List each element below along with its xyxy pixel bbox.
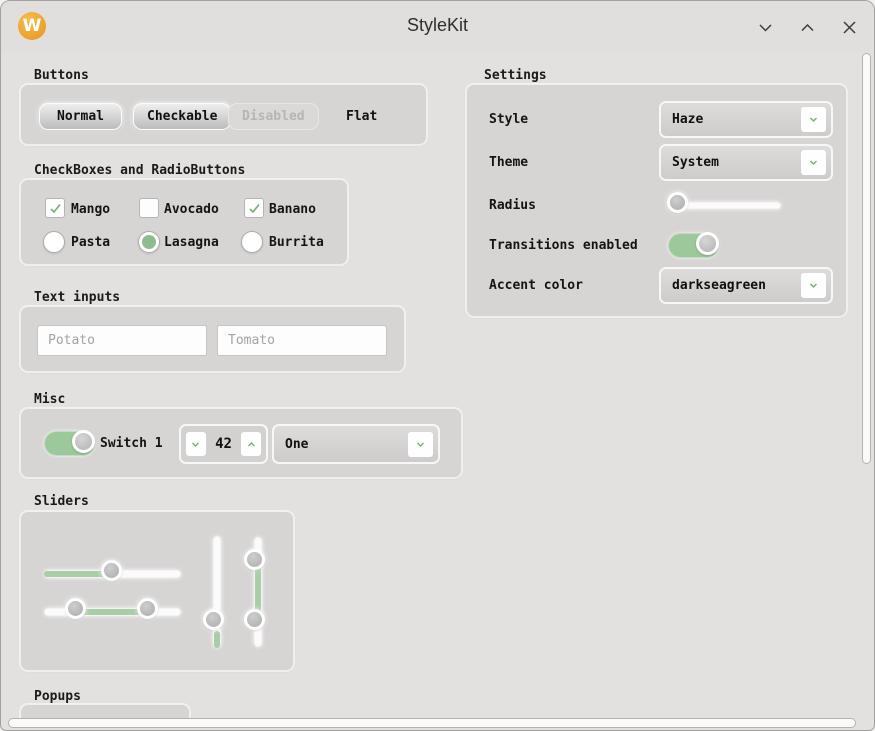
potato-input[interactable]: [37, 325, 207, 356]
popups-group-label: Popups: [34, 689, 81, 704]
combo-open-button[interactable]: [801, 107, 826, 132]
style-combobox[interactable]: Haze: [661, 103, 831, 136]
sliders-group: [21, 512, 293, 670]
combo-open-button[interactable]: [408, 431, 433, 457]
accent-color-combobox[interactable]: darkseagreen: [661, 269, 831, 302]
radio-lasagna[interactable]: [138, 231, 160, 253]
chevron-down-icon: [414, 438, 427, 451]
v-slider-2-handle-high[interactable]: [244, 549, 265, 570]
switch-knob: [696, 232, 719, 255]
check-icon: [48, 201, 63, 216]
chevron-down-icon: [807, 113, 820, 126]
v-slider-1-fill: [214, 631, 220, 648]
window-controls: [752, 14, 862, 40]
checkbox-avocado[interactable]: [139, 198, 159, 218]
misc-combobox[interactable]: One: [274, 426, 438, 462]
transitions-label: Transitions enabled: [489, 238, 638, 253]
style-value: Haze: [672, 112, 704, 127]
switch-knob: [72, 430, 95, 453]
checks-group-label: CheckBoxes and RadioButtons: [34, 163, 246, 178]
stylekit-window: W StyleKit Buttons Normal Checkable Disa…: [0, 0, 875, 731]
titlebar[interactable]: W StyleKit: [1, 1, 874, 53]
radius-slider-handle[interactable]: [667, 192, 688, 213]
radio-burrita[interactable]: [241, 231, 263, 253]
v-slider-2-handle-low[interactable]: [244, 609, 265, 630]
h-slider-2-track[interactable]: [44, 598, 181, 619]
h-slider-1-handle[interactable]: [101, 560, 122, 581]
checkbox-mango-label[interactable]: Mango: [71, 202, 110, 217]
buttons-group-label: Buttons: [34, 68, 89, 83]
flat-button[interactable]: Flat: [346, 109, 377, 124]
combo-value: One: [285, 436, 309, 452]
radio-dot: [142, 235, 156, 249]
radio-lasagna-label[interactable]: Lasagna: [164, 235, 219, 250]
switch-1-label: Switch 1: [100, 436, 163, 451]
combo-open-button[interactable]: [801, 150, 826, 175]
radio-pasta-label[interactable]: Pasta: [71, 235, 110, 250]
transitions-switch[interactable]: [668, 232, 719, 258]
theme-combobox[interactable]: System: [661, 146, 831, 179]
accent-color-value: darkseagreen: [672, 278, 766, 293]
radius-slider-track[interactable]: [667, 192, 781, 213]
window-title: StyleKit: [406, 15, 469, 35]
horizontal-scrollbar[interactable]: [8, 718, 856, 728]
checkbox-banano[interactable]: [244, 198, 264, 218]
h-slider-2-handle-low[interactable]: [65, 598, 86, 619]
spin-up-button[interactable]: [241, 432, 262, 456]
chevron-down-icon: [807, 156, 820, 169]
normal-button[interactable]: Normal: [39, 103, 122, 130]
chevron-down-icon: [807, 279, 820, 292]
combo-open-button[interactable]: [801, 273, 826, 298]
radius-label: Radius: [489, 198, 536, 213]
popups-group: [21, 705, 189, 719]
chevron-up-icon: [796, 16, 819, 39]
chevron-up-icon: [245, 438, 258, 451]
radio-burrita-label[interactable]: Burrita: [269, 235, 324, 250]
v-slider-1-track[interactable]: [203, 536, 224, 648]
checkbox-mango[interactable]: [45, 198, 65, 218]
style-label: Style: [489, 112, 529, 127]
chevron-down-icon: [189, 438, 202, 451]
spinbox: 42: [181, 426, 266, 462]
close-icon: [838, 16, 861, 39]
disabled-button: Disabled: [228, 103, 319, 130]
vertical-scrollbar[interactable]: [862, 53, 871, 464]
v-slider-1-handle[interactable]: [203, 609, 224, 630]
spin-value[interactable]: 42: [206, 436, 241, 452]
close-button[interactable]: [836, 14, 862, 40]
maximize-button[interactable]: [794, 14, 820, 40]
sliders-group-label: Sliders: [34, 494, 89, 509]
checkable-button[interactable]: Checkable: [133, 103, 232, 130]
v-slider-2-track[interactable]: [244, 537, 265, 647]
theme-label: Theme: [489, 155, 529, 170]
minimize-button[interactable]: [752, 14, 778, 40]
radio-pasta[interactable]: [43, 231, 65, 253]
switch-1[interactable]: [44, 430, 95, 456]
check-icon: [247, 201, 262, 216]
text-inputs-group-label: Text inputs: [34, 290, 121, 305]
spin-down-button[interactable]: [186, 432, 206, 456]
h-slider-1-track[interactable]: [44, 560, 181, 581]
h-slider-2-handle-high[interactable]: [137, 598, 158, 619]
chevron-down-icon: [754, 16, 777, 39]
settings-group-label: Settings: [484, 68, 547, 83]
accent-color-label: Accent color: [489, 278, 583, 293]
checks-group: [21, 180, 347, 264]
misc-group-label: Misc: [34, 392, 66, 407]
checkbox-banano-label[interactable]: Banano: [269, 202, 316, 217]
theme-value: System: [672, 155, 719, 170]
checkbox-avocado-label[interactable]: Avocado: [164, 202, 219, 217]
tomato-input[interactable]: [217, 325, 387, 356]
